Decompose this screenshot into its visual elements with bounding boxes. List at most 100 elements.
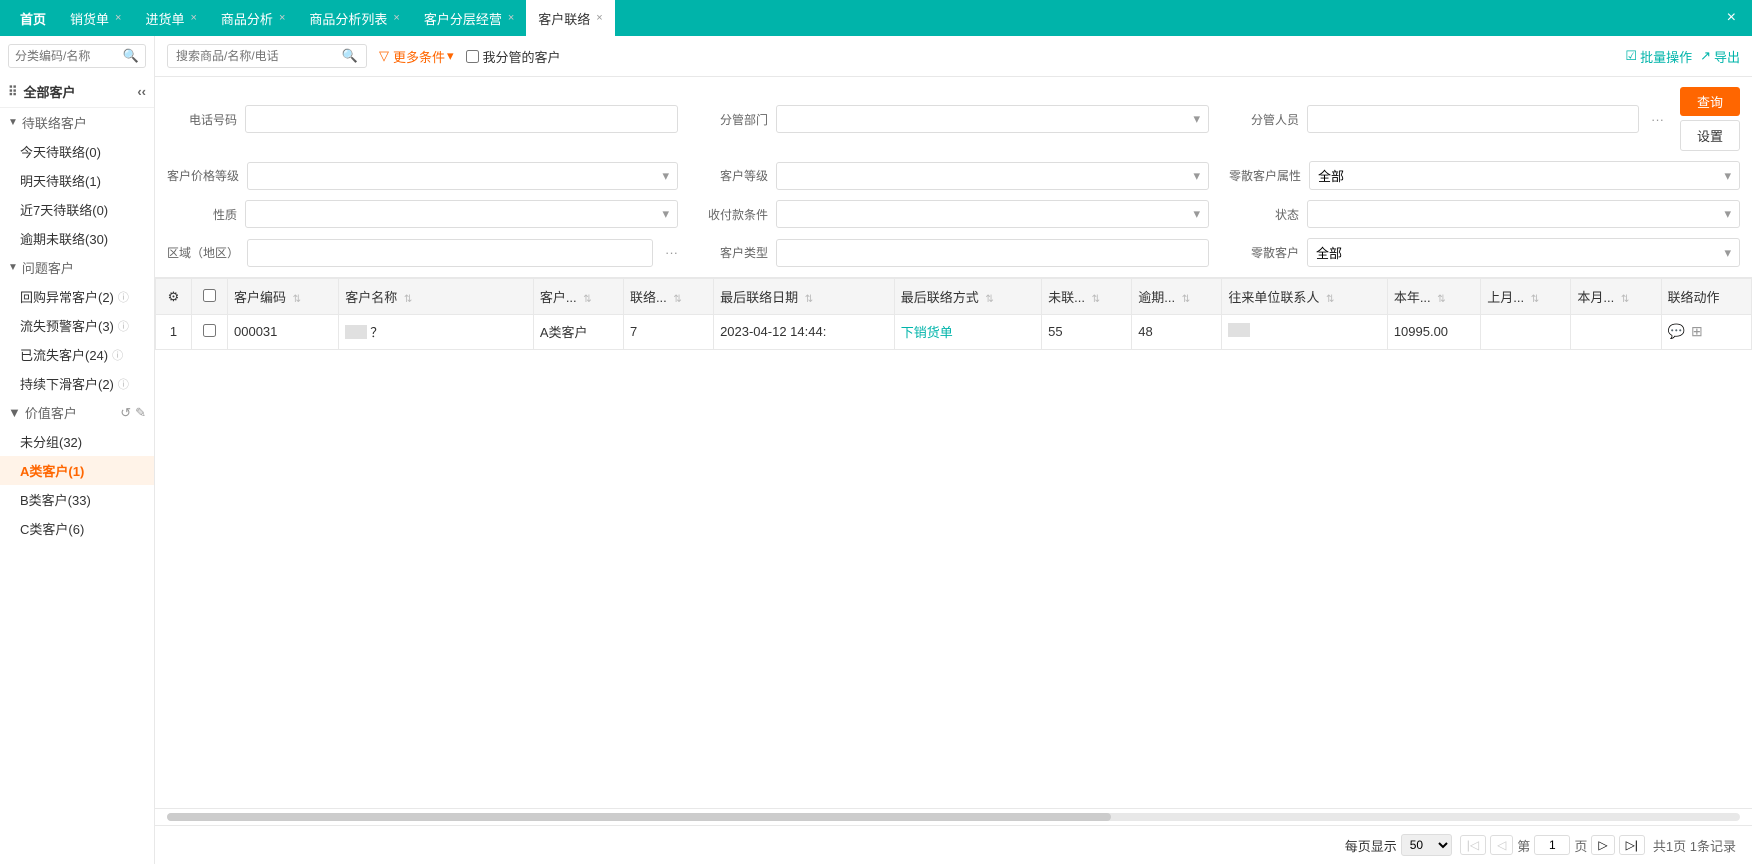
settings-button[interactable]: 设置 <box>1680 120 1740 151</box>
select-retail-attr[interactable]: 全部 ▾ <box>1309 161 1740 190</box>
chat-icon-0[interactable]: 💬 <box>1668 323 1685 340</box>
first-page-btn[interactable]: |◁ <box>1460 835 1486 855</box>
close-customer-contact[interactable]: × <box>596 12 602 24</box>
horizontal-scrollbar[interactable] <box>155 808 1752 825</box>
my-customers-checkbox-label[interactable]: 我分管的客户 <box>466 47 561 66</box>
arrow-value[interactable]: ▼ <box>8 405 21 420</box>
nav-product-analysis[interactable]: 商品分析 × <box>209 0 297 36</box>
cell-checkbox-0[interactable] <box>192 315 228 350</box>
close-product-analysis[interactable]: × <box>279 12 285 24</box>
sidebar-item-ungrouped[interactable]: 未分组(32) <box>0 427 154 456</box>
select-price-level[interactable]: ▾ <box>247 162 678 190</box>
page-number-input[interactable] <box>1534 835 1570 855</box>
input-person[interactable] <box>1307 105 1639 133</box>
my-customers-checkbox[interactable] <box>466 50 479 63</box>
page-navigation: |◁ ◁ 第 页 ▷ ▷| <box>1460 835 1645 855</box>
scrollbar-track[interactable] <box>167 813 1740 821</box>
sidebar-search-input[interactable] <box>15 49 123 63</box>
export-btn[interactable]: ↗ 导出 <box>1700 47 1740 66</box>
dots-icon-person[interactable]: ··· <box>1651 112 1664 127</box>
filter-search-input[interactable] <box>176 49 342 63</box>
select-status[interactable]: ▾ <box>1307 200 1740 228</box>
sidebar-search-box[interactable]: 🔍 <box>8 44 146 68</box>
query-button[interactable]: 查询 <box>1680 87 1740 116</box>
sidebar-item-declining[interactable]: 持续下滑客户(2) ⓘ <box>0 369 154 398</box>
close-customer-tier[interactable]: × <box>508 12 514 24</box>
sort-icon-level: ⇅ <box>583 294 591 305</box>
sidebar-group-pending[interactable]: ▼ 待联络客户 <box>0 108 154 137</box>
sidebar-all-customers-header[interactable]: ⠿ 全部客户 ‹‹ <box>0 76 154 108</box>
table-area: ⚙ 客户编码 ⇅ 客户名称 ⇅ 客户... ⇅ 联络... ⇅ 最后联络日期 ⇅… <box>155 278 1752 808</box>
th-contact-person[interactable]: 往来单位联系人 ⇅ <box>1222 279 1387 315</box>
th-no-contact[interactable]: 未联... ⇅ <box>1042 279 1132 315</box>
nav-purchase-order[interactable]: 进货单 × <box>133 0 208 36</box>
collapse-icon[interactable]: ‹‹ <box>137 84 146 99</box>
more-conditions-btn[interactable]: ▽ 更多条件 ▾ <box>379 47 454 66</box>
cell-last-type-0[interactable]: 下销货单 <box>894 315 1041 350</box>
nav-sales-order[interactable]: 销货单 × <box>58 0 133 36</box>
sort-icon-code: ⇅ <box>293 294 301 305</box>
th-last-date[interactable]: 最后联络日期 ⇅ <box>714 279 895 315</box>
sidebar-item-b-class[interactable]: B类客户(33) <box>0 485 154 514</box>
next-page-btn[interactable]: ▷ <box>1591 835 1614 855</box>
th-this-month[interactable]: 本月... ⇅ <box>1571 279 1661 315</box>
select-payment[interactable]: ▾ <box>776 200 1209 228</box>
chevron-down-icon-dept: ▾ <box>1193 111 1200 127</box>
info-icon-declining: ⓘ <box>118 376 129 392</box>
sidebar-item-abnormal[interactable]: 回购异常客户(2) ⓘ <box>0 282 154 311</box>
prev-page-btn[interactable]: ◁ <box>1490 835 1513 855</box>
sidebar-group-problem[interactable]: ▼ 问题客户 <box>0 253 154 282</box>
close-product-analysis-list[interactable]: × <box>393 12 399 24</box>
nav-customer-tier[interactable]: 客户分层经营 × <box>412 0 526 36</box>
qr-icon-0[interactable]: ⊞ <box>1691 323 1703 340</box>
th-gear[interactable]: ⚙ <box>156 279 192 315</box>
nav-product-analysis-list[interactable]: 商品分析列表 × <box>297 0 411 36</box>
sidebar-item-today[interactable]: 今天待联络(0) <box>0 137 154 166</box>
input-region[interactable] <box>247 239 653 267</box>
last-page-btn[interactable]: ▷| <box>1619 835 1645 855</box>
close-all-tabs[interactable]: × <box>1719 9 1744 27</box>
sort-icon-contact: ⇅ <box>673 294 681 305</box>
input-phone[interactable] <box>245 105 678 133</box>
batch-ops-btn[interactable]: ☑ 批量操作 <box>1625 47 1692 66</box>
th-last-type[interactable]: 最后联络方式 ⇅ <box>894 279 1041 315</box>
th-code[interactable]: 客户编码 ⇅ <box>228 279 339 315</box>
sidebar-item-c-class[interactable]: C类客户(6) <box>0 514 154 543</box>
select-nature[interactable]: ▾ <box>245 200 678 228</box>
th-overdue[interactable]: 逾期... ⇅ <box>1132 279 1222 315</box>
per-page-select[interactable]: 50 100 <box>1401 834 1452 856</box>
select-retail[interactable]: 全部 ▾ <box>1307 238 1740 267</box>
sidebar-item-overdue[interactable]: 逾期未联络(30) <box>0 224 154 253</box>
sidebar-item-tomorrow[interactable]: 明天待联络(1) <box>0 166 154 195</box>
scrollbar-thumb[interactable] <box>167 813 1111 821</box>
th-last-month[interactable]: 上月... ⇅ <box>1481 279 1571 315</box>
link-last-type-0[interactable]: 下销货单 <box>901 325 953 340</box>
th-level[interactable]: 客户... ⇅ <box>533 279 623 315</box>
sidebar-item-lost[interactable]: 已流失客户(24) ⓘ <box>0 340 154 369</box>
label-dept: 分管部门 <box>698 111 768 128</box>
nav-home[interactable]: 首页 <box>8 0 58 36</box>
dots-icon-region[interactable]: ··· <box>665 245 678 260</box>
row-checkbox-0[interactable] <box>203 324 216 337</box>
th-this-year[interactable]: 本年... ⇅ <box>1387 279 1480 315</box>
select-customer-level[interactable]: ▾ <box>776 162 1209 190</box>
sidebar-item-a-class[interactable]: A类客户(1) <box>0 456 154 485</box>
th-checkbox[interactable] <box>192 279 228 315</box>
input-customer-type[interactable] <box>776 239 1209 267</box>
select-all-checkbox[interactable] <box>203 289 216 302</box>
th-contact-count[interactable]: 联络... ⇅ <box>623 279 713 315</box>
value-refresh-icon[interactable]: ↺ <box>120 405 131 421</box>
value-edit-icon[interactable]: ✎ <box>135 405 146 421</box>
close-sales-order[interactable]: × <box>115 12 121 24</box>
filter-search-icon[interactable]: 🔍 <box>342 48 358 64</box>
th-name[interactable]: 客户名称 ⇅ <box>339 279 534 315</box>
filter-search-box[interactable]: 🔍 <box>167 44 367 68</box>
select-dept[interactable]: ▾ <box>776 105 1209 133</box>
sidebar-item-7days[interactable]: 近7天待联络(0) <box>0 195 154 224</box>
close-purchase-order[interactable]: × <box>190 12 196 24</box>
sidebar-search-icon[interactable]: 🔍 <box>123 48 139 64</box>
sidebar-item-loss-warning[interactable]: 流失预警客户(3) ⓘ <box>0 311 154 340</box>
nav-customer-contact[interactable]: 客户联络 × <box>526 0 614 36</box>
label-retail: 零散客户 <box>1229 244 1299 261</box>
filter-row-person: 分管人员 ··· 查询 设置 <box>1229 87 1740 151</box>
